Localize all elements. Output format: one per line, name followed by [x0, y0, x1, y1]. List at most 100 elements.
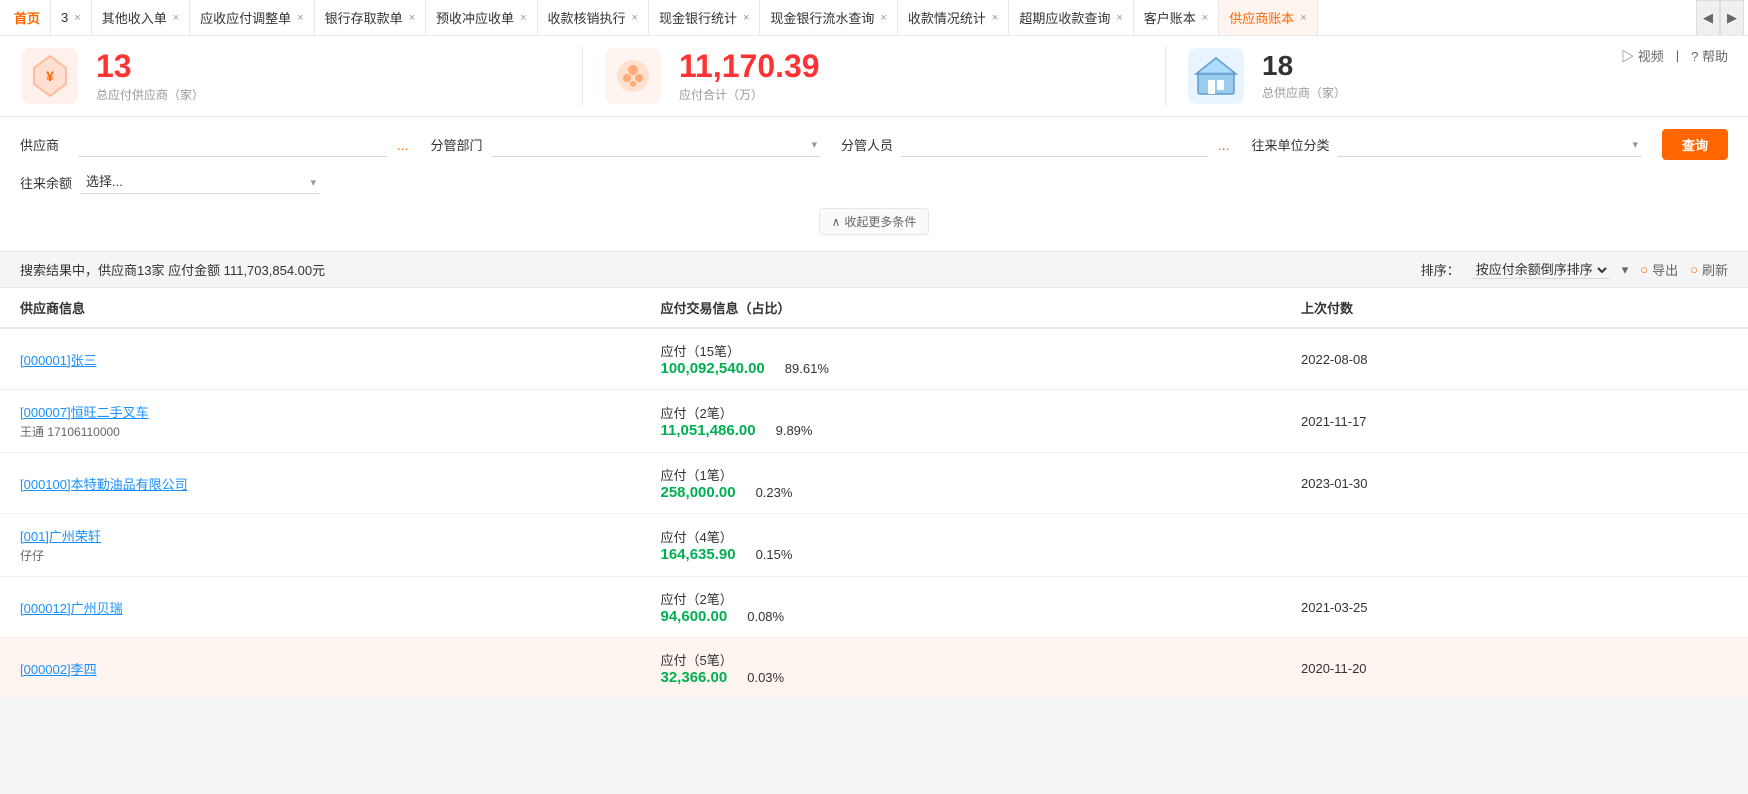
nav-tab-receipt-stat[interactable]: 收款情况统计 × [898, 0, 1009, 35]
close-icon[interactable]: × [297, 12, 303, 24]
supplier-dots-button[interactable]: ... [395, 137, 411, 153]
nav-tab-bank-deposit-label: 银行存取款单 [325, 8, 403, 27]
supplier-info-5: [000012]广州贝瑞 [20, 598, 661, 617]
nav-arrow-right[interactable]: ▶ [1720, 0, 1744, 36]
nav-tab-other-income-label: 其他收入单 [102, 8, 167, 27]
category-select[interactable] [1338, 133, 1642, 157]
export-button[interactable]: ○ 导出 [1640, 260, 1678, 279]
supplier-input[interactable] [78, 133, 387, 157]
nav-tab-prepay-offset-label: 预收冲应收单 [436, 8, 514, 27]
help-link[interactable]: ? 帮助 [1691, 46, 1728, 65]
nav-tab-bank-deposit[interactable]: 银行存取款单 × [315, 0, 426, 35]
nav-tab-3[interactable]: 3 × [51, 0, 92, 35]
tx-amount-2[interactable]: 11,051,486.00 [661, 422, 756, 439]
close-icon[interactable]: × [743, 12, 749, 24]
supplier-info-1: [000001]张三 [20, 350, 661, 369]
close-icon[interactable]: × [1300, 12, 1306, 24]
nav-tab-home[interactable]: 首页 [4, 0, 51, 35]
tx-percent-5: 0.08% [747, 609, 784, 624]
category-field: 往来单位分类 ▾ [1252, 133, 1643, 157]
close-icon[interactable]: × [1116, 12, 1122, 24]
close-icon[interactable]: × [173, 12, 179, 24]
nav-tab-cash-stat[interactable]: 现金银行统计 × [649, 0, 760, 35]
close-icon[interactable]: × [520, 12, 526, 24]
supplier-link-6[interactable]: [000002]李四 [20, 659, 661, 678]
tx-label-2: 应付（2笔） [661, 403, 1302, 422]
tx-label-4: 应付（4笔） [661, 527, 1302, 546]
nav-tab-receipt-verify[interactable]: 收款核销执行 × [538, 0, 649, 35]
close-icon[interactable]: × [632, 12, 638, 24]
category-select-wrapper: ▾ [1338, 133, 1642, 157]
nav-tab-customer-ledger[interactable]: 客户账本 × [1134, 0, 1219, 35]
close-icon[interactable]: × [880, 12, 886, 24]
supplier-icon: ¥ [20, 46, 80, 106]
collapse-label: 收起更多条件 [844, 213, 916, 230]
nav-tab-overdue-query[interactable]: 超期应收款查询 × [1009, 0, 1133, 35]
stat-block-payable-total: 11,170.39 应付合计（万） [603, 46, 1145, 106]
table-row: [000002]李四 应付（5笔） 32,366.00 0.03% 2020-1… [0, 638, 1748, 699]
nav-tab-supplier-ledger-label: 供应商账本 [1229, 8, 1294, 27]
video-icon: ▷ [1621, 49, 1634, 64]
nav-tab-ap-adjust[interactable]: 应收应付调整单 × [190, 0, 314, 35]
table-row: [001]广州荣轩 仔仔 应付（4笔） 164,635.90 0.15% [0, 514, 1748, 577]
person-input[interactable] [901, 133, 1208, 157]
tx-amount-5[interactable]: 94,600.00 [661, 608, 728, 625]
col-header-lastpay: 上次付数 [1301, 298, 1728, 317]
collapse-button[interactable]: ∧ 收起更多条件 [819, 208, 930, 235]
table-row: [000012]广州贝瑞 应付（2笔） 94,600.00 0.08% 2021… [0, 577, 1748, 638]
tx-amount-1[interactable]: 100,092,540.00 [661, 360, 765, 377]
close-icon[interactable]: × [1202, 12, 1208, 24]
tx-label-3: 应付（1笔） [661, 465, 1302, 484]
nav-tab-cash-flow-label: 现金银行流水查询 [770, 8, 874, 27]
supplier-link-1[interactable]: [000001]张三 [20, 350, 661, 369]
table-row: [000007]恒旺二手叉车 王通 17106110000 应付（2笔） 11,… [0, 390, 1748, 453]
tx-row-3: 258,000.00 0.23% [661, 484, 1302, 501]
search-bar: 供应商 ... 分管部门 ▾ 分管人员 ... 往来单位分类 [0, 117, 1748, 252]
result-info: 搜索结果中，供应商13家 应付金额 111,703,854.00元 [20, 260, 325, 279]
close-icon[interactable]: × [409, 12, 415, 24]
stat-divider-1 [582, 46, 583, 106]
supplier-field: 供应商 ... [20, 133, 411, 157]
tx-amount-4[interactable]: 164,635.90 [661, 546, 736, 563]
refresh-label: 刷新 [1702, 260, 1728, 279]
table-row: [000001]张三 应付（15笔） 100,092,540.00 89.61%… [0, 329, 1748, 390]
stat-divider-2 [1165, 46, 1166, 106]
person-dots-button[interactable]: ... [1216, 137, 1232, 153]
close-icon[interactable]: × [992, 12, 998, 24]
tx-label-5: 应付（2笔） [661, 589, 1302, 608]
stat-number-payable-total: 11,170.39 [679, 50, 820, 82]
result-bar: 搜索结果中，供应商13家 应付金额 111,703,854.00元 排序： 按应… [0, 252, 1748, 288]
dept-select[interactable] [491, 133, 821, 157]
nav-arrow-left[interactable]: ◀ [1696, 0, 1720, 36]
video-link[interactable]: ▷ 视频 [1621, 46, 1664, 65]
tx-info-1: 应付（15笔） 100,092,540.00 89.61% [661, 341, 1302, 377]
store-icon [1186, 46, 1246, 106]
person-label: 分管人员 [841, 135, 893, 154]
last-payment-5: 2021-03-25 [1301, 600, 1728, 615]
tx-amount-3[interactable]: 258,000.00 [661, 484, 736, 501]
close-icon[interactable]: × [74, 12, 80, 24]
sort-select[interactable]: 按应付余额倒序排序 [1472, 261, 1610, 279]
tx-row-6: 32,366.00 0.03% [661, 669, 1302, 686]
tx-percent-2: 9.89% [776, 423, 813, 438]
supplier-link-2[interactable]: [000007]恒旺二手叉车 [20, 402, 661, 421]
supplier-info-4: [001]广州荣轩 仔仔 [20, 526, 661, 564]
refresh-button[interactable]: ○ 刷新 [1690, 260, 1728, 279]
balance-select[interactable]: 选择... [80, 170, 320, 194]
nav-tab-receipt-stat-label: 收款情况统计 [908, 8, 986, 27]
tx-row-4: 164,635.90 0.15% [661, 546, 1302, 563]
tx-amount-6[interactable]: 32,366.00 [661, 669, 728, 686]
nav-tab-prepay-offset[interactable]: 预收冲应收单 × [426, 0, 537, 35]
supplier-link-4[interactable]: [001]广州荣轩 [20, 526, 661, 545]
query-button[interactable]: 查询 [1662, 129, 1728, 160]
supplier-link-5[interactable]: [000012]广州贝瑞 [20, 598, 661, 617]
export-label: 导出 [1652, 260, 1678, 279]
top-navigation: 首页 3 × 其他收入单 × 应收应付调整单 × 银行存取款单 × 预收冲应收单… [0, 0, 1748, 36]
tx-info-5: 应付（2笔） 94,600.00 0.08% [661, 589, 1302, 625]
chevron-down-icon: ▾ [1622, 262, 1629, 278]
nav-tab-cash-flow[interactable]: 现金银行流水查询 × [760, 0, 897, 35]
nav-tab-other-income[interactable]: 其他收入单 × [92, 0, 190, 35]
supplier-link-3[interactable]: [000100]本特勤油品有限公司 [20, 474, 661, 493]
supplier-sub-4: 仔仔 [20, 547, 661, 564]
nav-tab-supplier-ledger[interactable]: 供应商账本 × [1219, 0, 1317, 35]
